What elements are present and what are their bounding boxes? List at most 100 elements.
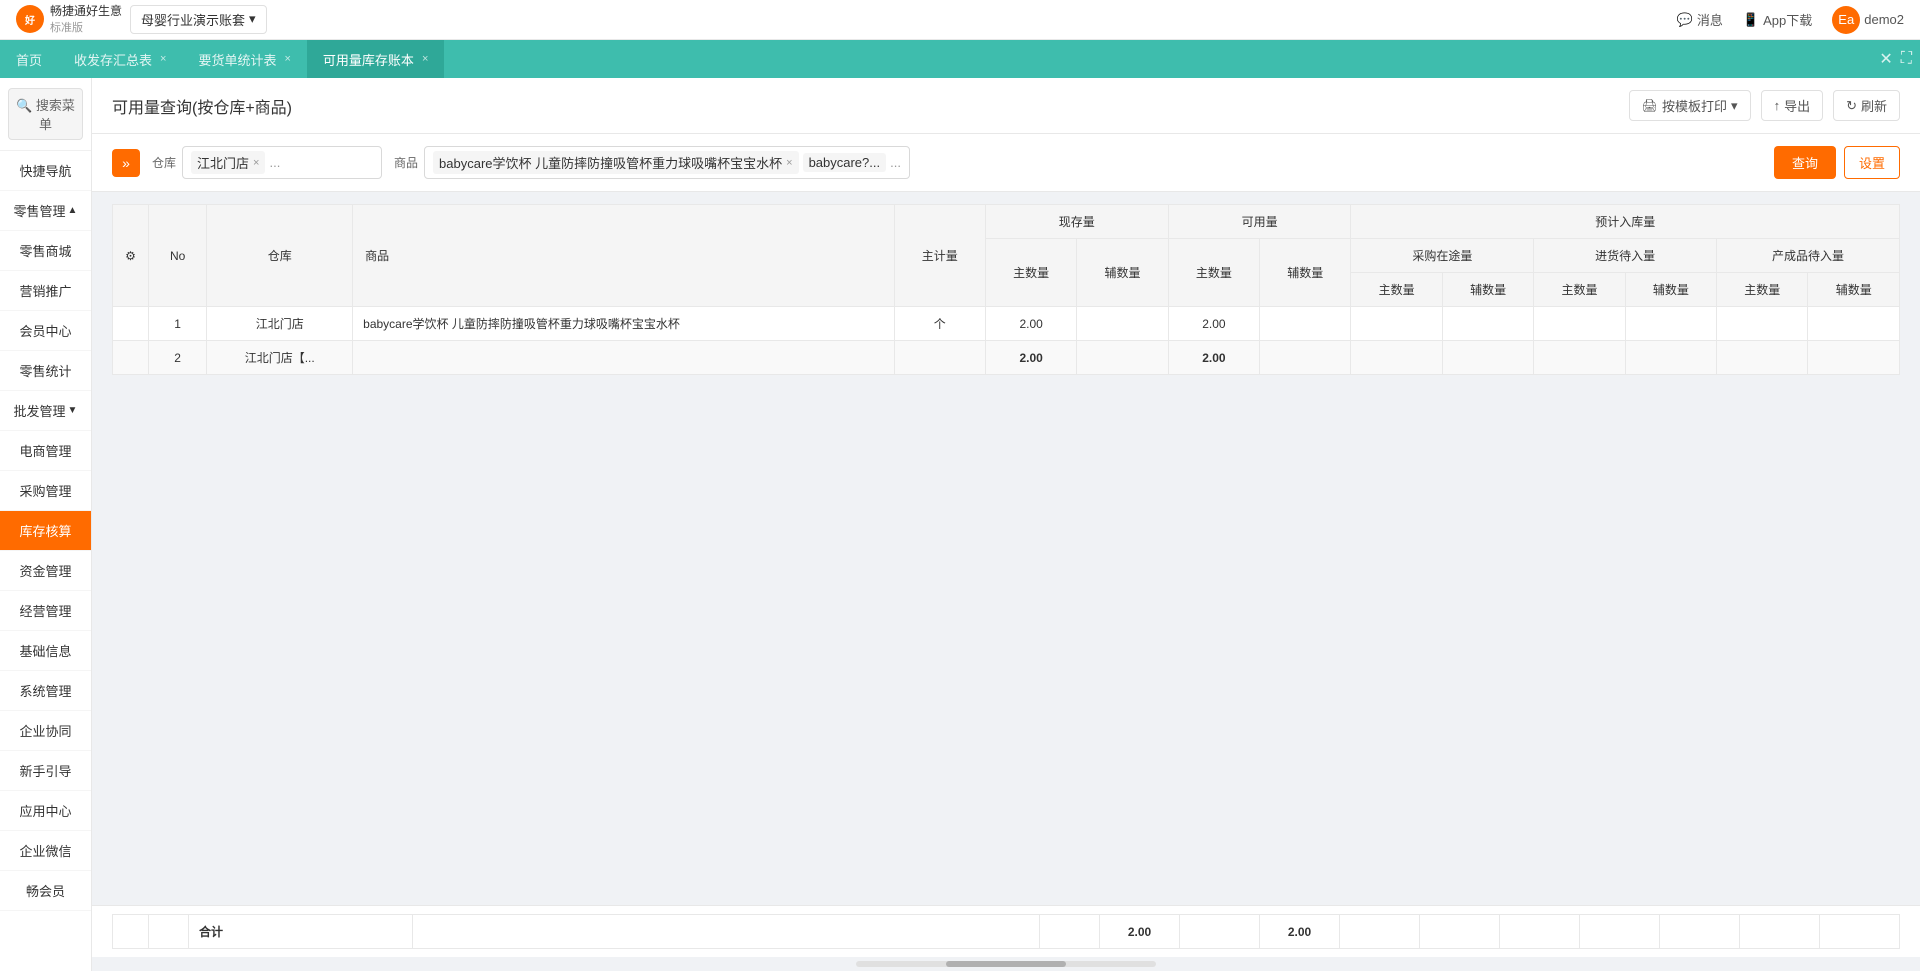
total-product-aux [1820,915,1900,949]
logo-sub: 标准版 [50,19,122,35]
tab-order-stats-close[interactable]: × [284,53,290,65]
sidebar-item-marketing[interactable]: 营销推广 [0,271,91,311]
sidebar-item-retail-store[interactable]: 零售商城 [0,231,91,271]
sidebar-item-vip[interactable]: 畅会员 [0,871,91,911]
warehouse-filter: 仓库 江北门店 × ... [152,146,382,179]
th-incoming-aux: 辅数量 [1625,273,1716,307]
total-stock-main: 2.00 [1100,915,1180,949]
total-col-no [149,915,189,949]
user-area[interactable]: Ea demo2 [1832,6,1904,34]
horizontal-scrollbar[interactable] [856,961,1156,967]
sidebar-item-wholesale-mgmt-label: 批发管理 [14,401,66,420]
product-tag-2-text: babycare?... [809,155,881,170]
tab-receive-send[interactable]: 收发存汇总表 × [58,40,182,78]
total-label-cell: 合计 [189,915,413,949]
th-avail-aux: 辅数量 [1260,239,1351,307]
sidebar-item-purchase[interactable]: 采购管理 [0,471,91,511]
sidebar-item-retail-mgmt[interactable]: 零售管理 ▲ [0,191,91,231]
product-more[interactable]: ... [890,155,901,170]
footer-total-bar: 合计 2.00 2.00 [92,905,1920,957]
tab-inventory-account-label: 可用量库存账本 [323,50,414,69]
sidebar-item-retail-stats[interactable]: 零售统计 [0,351,91,391]
product-tag-1-remove[interactable]: × [786,157,792,169]
cell-incoming-main-1 [1534,307,1625,341]
logo-text-area: 畅捷通好生意 标准版 [50,4,122,34]
cell-unit-2 [894,341,985,375]
sidebar-item-finance[interactable]: 资金管理 [0,551,91,591]
scroll-bar-area [92,957,1920,971]
th-stock-main: 主数量 [985,239,1076,307]
tab-inventory-account[interactable]: 可用量库存账本 × [307,40,444,78]
total-col-unit [1040,915,1100,949]
tab-close-all[interactable]: ✕ [1879,49,1892,69]
warehouse-tag-1-remove[interactable]: × [253,157,259,169]
sidebar-item-enterprise-wechat-label: 企业微信 [19,844,71,859]
sidebar-item-enterprise-wechat[interactable]: 企业微信 [0,831,91,871]
query-button[interactable]: 查询 [1774,146,1836,179]
filter-toggle-button[interactable]: » [112,149,140,177]
sidebar-item-new-guide-label: 新手引导 [19,764,71,779]
sidebar-item-new-guide[interactable]: 新手引导 [0,751,91,791]
total-col-settings [113,915,149,949]
warehouse-more[interactable]: ... [269,155,280,170]
th-product-main: 主数量 [1717,273,1808,307]
export-button[interactable]: ↑ 导出 [1761,90,1824,121]
total-purchase-main [1420,915,1500,949]
cell-purchase-aux-1 [1442,307,1533,341]
chevron-down-icon: ▼ [68,405,78,416]
tab-receive-send-close[interactable]: × [160,53,166,65]
total-incoming-main [1580,915,1660,949]
app-download-label: App下载 [1763,10,1812,29]
th-settings[interactable]: ⚙ [113,205,149,307]
logo-text: 畅捷通好生意 [50,4,122,18]
tab-home[interactable]: 首页 [0,40,58,78]
cell-purchase-main-2 [1351,341,1442,375]
sidebar-item-system[interactable]: 系统管理 [0,671,91,711]
product-tag-2: babycare?... [803,153,887,172]
cell-incoming-main-2 [1534,341,1625,375]
sidebar-item-wholesale-mgmt[interactable]: 批发管理 ▼ [0,391,91,431]
sidebar-search-button[interactable]: 🔍 搜索菜单 [8,88,83,140]
sidebar-item-purchase-label: 采购管理 [19,484,71,499]
th-no: No [149,205,207,307]
cell-warehouse-2: 江北门店【... [207,341,353,375]
tab-order-stats[interactable]: 要货单统计表 × [182,40,306,78]
product-tag-1-text: babycare学饮杯 儿童防摔防撞吸管杯重力球吸嘴杯宝宝水杯 [439,153,782,172]
sidebar-item-system-label: 系统管理 [19,684,71,699]
th-product: 商品 [353,205,894,307]
th-avail-main: 主数量 [1168,239,1259,307]
refresh-icon: ↻ [1846,98,1857,114]
tenant-selector[interactable]: 母婴行业演示账套 ▾ [130,5,267,34]
settings-button[interactable]: 设置 [1844,146,1900,179]
message-button[interactable]: 💬 消息 [1677,10,1723,29]
sidebar-item-app-center[interactable]: 应用中心 [0,791,91,831]
sidebar-item-operation-label: 经营管理 [19,604,71,619]
product-input[interactable]: babycare学饮杯 儿童防摔防撞吸管杯重力球吸嘴杯宝宝水杯 × babyca… [424,146,910,179]
sidebar-item-retail-store-label: 零售商城 [19,244,71,259]
message-label: 消息 [1697,10,1723,29]
total-table: 合计 2.00 2.00 [112,914,1900,949]
warehouse-input[interactable]: 江北门店 × ... [182,146,382,179]
refresh-button[interactable]: ↻ 刷新 [1833,90,1900,121]
sidebar-item-inventory[interactable]: 库存核算 [0,511,91,551]
avatar: Ea [1832,6,1860,34]
sidebar-item-member[interactable]: 会员中心 [0,311,91,351]
sidebar-item-quick-nav[interactable]: 快捷导航 [0,151,91,191]
sidebar-item-finance-label: 资金管理 [19,564,71,579]
sidebar-search-area: 🔍 搜索菜单 [0,78,91,151]
export-label: 导出 [1784,96,1810,115]
th-incoming-group: 进货待入量 [1534,239,1717,273]
tab-expand[interactable]: ⛶ [1901,50,1912,68]
sidebar-item-basic-info[interactable]: 基础信息 [0,631,91,671]
print-chevron-icon: ▾ [1731,98,1738,114]
cell-settings-2 [113,341,149,375]
sidebar-item-enterprise[interactable]: 企业协同 [0,711,91,751]
sidebar-item-operation[interactable]: 经营管理 [0,591,91,631]
print-button[interactable]: 🖨 按模板打印 ▾ [1629,90,1751,121]
avatar-text: Ea [1838,12,1854,27]
app-download-button[interactable]: 📱 App下载 [1743,10,1812,29]
sidebar-item-ecommerce[interactable]: 电商管理 [0,431,91,471]
warehouse-tag-1-text: 江北门店 [197,153,249,172]
page-title: 可用量查询(按仓库+商品) [112,94,292,118]
tab-inventory-account-close[interactable]: × [422,53,428,65]
